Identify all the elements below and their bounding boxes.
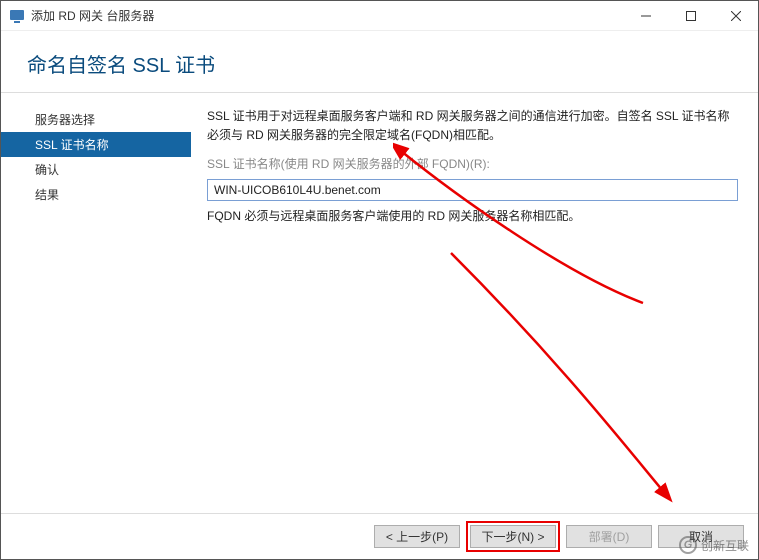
wizard-window: 添加 RD 网关 台服务器 命名自签名 SSL 证书 服务器选择 SSL 证书名… — [0, 0, 759, 560]
minimize-button[interactable] — [623, 1, 668, 30]
cert-field-label: SSL 证书名称(使用 RD 网关服务器的外部 FQDN)(R): — [207, 155, 738, 174]
wizard-content: SSL 证书用于对远程桌面服务客户端和 RD 网关服务器之间的通信进行加密。自签… — [191, 93, 758, 513]
page-header: 命名自签名 SSL 证书 — [1, 31, 758, 93]
sidebar-item-confirm[interactable]: 确认 — [1, 157, 191, 182]
titlebar: 添加 RD 网关 台服务器 — [1, 1, 758, 31]
cert-name-input[interactable] — [207, 179, 738, 201]
page-title: 命名自签名 SSL 证书 — [27, 49, 738, 78]
wizard-sidebar: 服务器选择 SSL 证书名称 确认 结果 — [1, 93, 191, 513]
next-button[interactable]: 下一步(N) > — [470, 525, 556, 548]
annotation-arrow-next — [441, 243, 701, 503]
prev-button[interactable]: < 上一步(P) — [374, 525, 460, 548]
fqdn-hint: FQDN 必须与远程桌面服务客户端使用的 RD 网关服务器名称相匹配。 — [207, 207, 738, 226]
window-controls — [623, 1, 758, 30]
sidebar-item-server-select[interactable]: 服务器选择 — [1, 107, 191, 132]
sidebar-item-ssl-cert[interactable]: SSL 证书名称 — [1, 132, 191, 157]
wizard-body: 服务器选择 SSL 证书名称 确认 结果 SSL 证书用于对远程桌面服务客户端和… — [1, 93, 758, 513]
app-icon — [9, 8, 25, 24]
description-text: SSL 证书用于对远程桌面服务客户端和 RD 网关服务器之间的通信进行加密。自签… — [207, 107, 738, 145]
wizard-footer: < 上一步(P) 下一步(N) > 部署(D) 取消 — [1, 513, 758, 559]
window-title: 添加 RD 网关 台服务器 — [31, 7, 623, 24]
deploy-button[interactable]: 部署(D) — [566, 525, 652, 548]
sidebar-item-result[interactable]: 结果 — [1, 182, 191, 207]
close-button[interactable] — [713, 1, 758, 30]
next-button-highlight: 下一步(N) > — [466, 521, 560, 552]
maximize-button[interactable] — [668, 1, 713, 30]
cancel-button[interactable]: 取消 — [658, 525, 744, 548]
